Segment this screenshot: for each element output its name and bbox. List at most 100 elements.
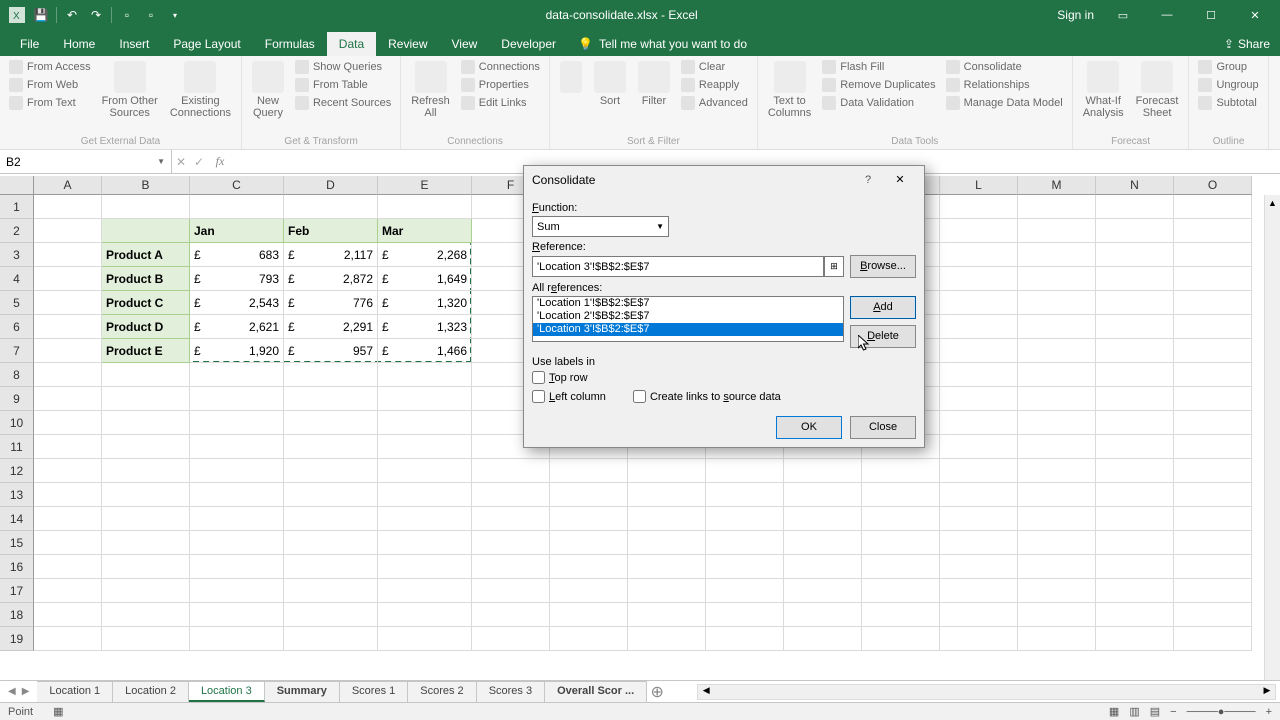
sheet-nav-next-icon[interactable]: ▶ [22, 686, 30, 697]
cell[interactable] [862, 603, 940, 627]
forecast-sheet-button[interactable]: ForecastSheet [1132, 59, 1183, 134]
row-header[interactable]: 1 [0, 195, 34, 219]
cell[interactable] [706, 579, 784, 603]
list-item[interactable]: 'Location 2'!$B$2:$E$7 [533, 310, 843, 323]
cell[interactable] [378, 411, 472, 435]
cell[interactable] [1018, 267, 1096, 291]
sheet-tab[interactable]: Scores 1 [340, 681, 408, 702]
sort-button[interactable]: Sort [590, 59, 630, 134]
cell[interactable] [1096, 267, 1174, 291]
cell[interactable] [550, 531, 628, 555]
cell[interactable] [190, 531, 284, 555]
cell[interactable] [102, 219, 190, 243]
cell[interactable] [862, 507, 940, 531]
cell[interactable] [1096, 483, 1174, 507]
cell[interactable] [102, 435, 190, 459]
cell[interactable] [34, 267, 102, 291]
cell[interactable] [940, 219, 1018, 243]
cell[interactable] [1174, 243, 1252, 267]
cell[interactable] [34, 387, 102, 411]
cell[interactable]: £1,320 [378, 291, 472, 315]
close-window-icon[interactable]: ✕ [1240, 4, 1270, 26]
cell[interactable] [34, 435, 102, 459]
add-button[interactable]: Add [850, 296, 916, 319]
cell[interactable] [284, 555, 378, 579]
refresh-all-button[interactable]: RefreshAll [407, 59, 454, 134]
cell[interactable] [284, 435, 378, 459]
cell[interactable] [1174, 411, 1252, 435]
list-item[interactable]: 'Location 3'!$B$2:$E$7 [533, 323, 843, 336]
cell[interactable] [706, 555, 784, 579]
cell[interactable] [472, 627, 550, 651]
cell[interactable] [472, 603, 550, 627]
from-other-sources-button[interactable]: From OtherSources [98, 59, 162, 134]
cell[interactable] [706, 627, 784, 651]
cell[interactable] [940, 555, 1018, 579]
cell[interactable] [550, 555, 628, 579]
redo-icon[interactable]: ↷ [85, 4, 107, 26]
cell[interactable] [1096, 435, 1174, 459]
clear-button[interactable]: Clear [678, 59, 751, 75]
namebox-dropdown-icon[interactable]: ▼ [157, 157, 165, 166]
consolidate-button[interactable]: Consolidate [943, 59, 1066, 75]
cell[interactable] [862, 579, 940, 603]
ungroup-button[interactable]: Ungroup [1195, 77, 1261, 93]
cell[interactable] [102, 531, 190, 555]
cell[interactable] [190, 195, 284, 219]
column-header[interactable]: C [190, 176, 284, 195]
cell[interactable] [706, 459, 784, 483]
cell[interactable] [1174, 579, 1252, 603]
cell[interactable] [472, 459, 550, 483]
cell[interactable]: £2,872 [284, 267, 378, 291]
cell[interactable] [190, 459, 284, 483]
cell[interactable] [706, 483, 784, 507]
page-layout-view-icon[interactable]: ▥ [1129, 705, 1139, 718]
from-table-button[interactable]: From Table [292, 77, 394, 93]
row-header[interactable]: 11 [0, 435, 34, 459]
save-icon[interactable]: 💾 [30, 4, 52, 26]
cell[interactable] [378, 603, 472, 627]
cell[interactable] [1174, 483, 1252, 507]
cell[interactable] [1174, 195, 1252, 219]
cell[interactable] [1018, 435, 1096, 459]
recent-sources-button[interactable]: Recent Sources [292, 95, 394, 111]
cell[interactable] [102, 195, 190, 219]
cell[interactable] [784, 603, 862, 627]
cell[interactable] [1018, 507, 1096, 531]
cell[interactable] [34, 315, 102, 339]
cell[interactable] [1096, 579, 1174, 603]
manage-data-model-button[interactable]: Manage Data Model [943, 95, 1066, 111]
cell[interactable] [1174, 459, 1252, 483]
row-header[interactable]: 15 [0, 531, 34, 555]
cell[interactable] [34, 411, 102, 435]
delete-button[interactable]: Delete [850, 325, 916, 348]
cell[interactable] [472, 507, 550, 531]
normal-view-icon[interactable]: ▦ [1109, 705, 1119, 718]
cell[interactable] [190, 555, 284, 579]
cell[interactable] [1018, 243, 1096, 267]
scroll-left-icon[interactable]: ◀ [698, 685, 714, 699]
zoom-in-icon[interactable]: + [1266, 706, 1272, 718]
cell[interactable] [940, 315, 1018, 339]
cell[interactable] [34, 531, 102, 555]
connections-button[interactable]: Connections [458, 59, 543, 75]
cell[interactable] [284, 627, 378, 651]
cell[interactable] [102, 507, 190, 531]
row-header[interactable]: 17 [0, 579, 34, 603]
cell[interactable] [1018, 315, 1096, 339]
column-header[interactable]: D [284, 176, 378, 195]
cell[interactable] [378, 579, 472, 603]
cell[interactable]: £2,268 [378, 243, 472, 267]
cell[interactable] [1174, 291, 1252, 315]
cell[interactable] [784, 459, 862, 483]
cell[interactable] [862, 459, 940, 483]
cell[interactable] [284, 579, 378, 603]
cell[interactable] [1096, 339, 1174, 363]
column-header[interactable]: N [1096, 176, 1174, 195]
cell[interactable] [102, 459, 190, 483]
row-header[interactable]: 19 [0, 627, 34, 651]
cell[interactable]: Product C [102, 291, 190, 315]
row-header[interactable]: 13 [0, 483, 34, 507]
cell[interactable] [1174, 267, 1252, 291]
cell[interactable] [34, 291, 102, 315]
